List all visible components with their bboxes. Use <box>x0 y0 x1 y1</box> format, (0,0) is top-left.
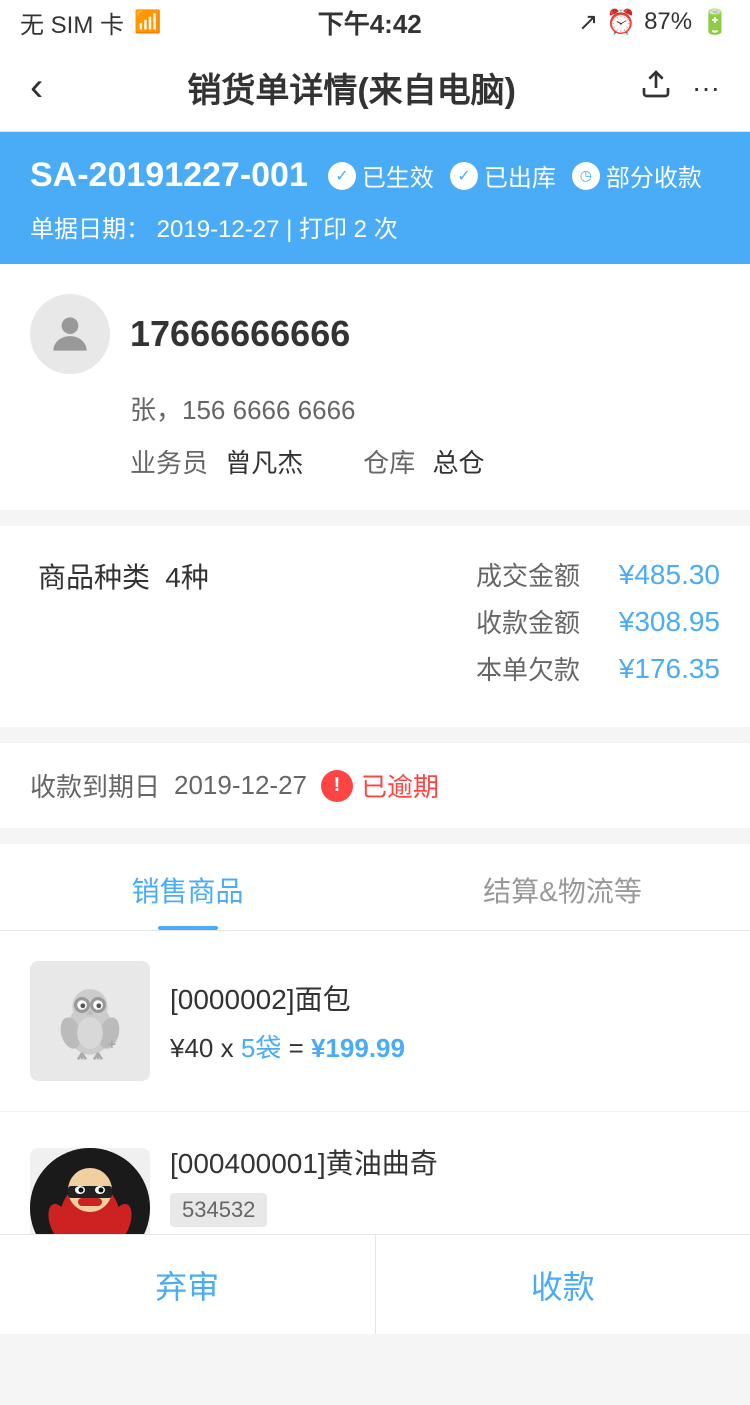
summary-amounts: 成交金额 ¥485.30 收款金额 ¥308.95 本单欠款 ¥176.35 <box>476 556 720 697</box>
order-id: SA-20191227-001 <box>30 156 308 195</box>
nav-actions: ··· <box>640 68 720 107</box>
sales-name: 曾凡杰 <box>225 448 303 478</box>
battery-label: 87% <box>644 8 692 36</box>
customer-section: 17666666666 张，156 6666 6666 业务员 曾凡杰 仓库 总… <box>0 264 750 510</box>
received-row: 收款金额 ¥308.95 <box>476 603 720 640</box>
reject-button[interactable]: 弃审 <box>0 1235 376 1334</box>
category-label: 商品种类 <box>38 562 150 593</box>
summary-category: 商品种类 4种 <box>30 556 209 596</box>
effected-icon: ✓ <box>328 162 356 190</box>
customer-id: 17666666666 <box>130 313 350 355</box>
product-2-name: [000400001]黄油曲奇 <box>170 1142 720 1182</box>
more-button[interactable]: ··· <box>692 72 720 104</box>
product-item: + [0000002]面包 ¥40 x 5袋 = ¥199.99 <box>0 931 750 1112</box>
product-1-name: [0000002]面包 <box>170 978 720 1018</box>
status-bar: 无 SIM 卡 📶 下午4:42 ↗ ⏰ 87% 🔋 <box>0 0 750 44</box>
due-label: 收款到期日 <box>30 767 160 804</box>
svg-text:+: + <box>108 1037 116 1053</box>
tabs-section: 销售商品 结算&物流等 <box>0 844 750 931</box>
customer-name: 张，156 6666 6666 <box>130 390 720 427</box>
owl-image: + <box>30 961 150 1081</box>
effected-label: 已生效 <box>362 158 434 193</box>
collect-button[interactable]: 收款 <box>376 1235 750 1334</box>
owed-row: 本单欠款 ¥176.35 <box>476 650 720 687</box>
nav-bar: ‹ 销货单详情(来自电脑) ··· <box>0 44 750 132</box>
bottom-bar: 弃审 收款 <box>0 1234 750 1334</box>
status-badges: ✓ 已生效 ✓ 已出库 ◷ 部分收款 <box>328 158 702 193</box>
sales-info: 业务员 曾凡杰 <box>130 443 303 480</box>
share-button[interactable] <box>640 68 672 107</box>
product-1-x: x <box>221 1033 241 1063</box>
order-header: SA-20191227-001 ✓ 已生效 ✓ 已出库 ◷ 部分收款 单据日期：… <box>0 132 750 264</box>
shipped-label: 已出库 <box>484 158 556 193</box>
deal-label: 成交金额 <box>476 556 580 593</box>
tab-settlement[interactable]: 结算&物流等 <box>375 844 750 930</box>
warehouse-info: 仓库 总仓 <box>363 443 484 480</box>
received-value: ¥308.95 <box>600 606 720 638</box>
warehouse-label: 仓库 <box>363 448 415 478</box>
summary-section: 商品种类 4种 成交金额 ¥485.30 收款金额 ¥308.95 本单欠款 ¥… <box>0 526 750 727</box>
deal-row: 成交金额 ¥485.30 <box>476 556 720 593</box>
overdue-label: 已逾期 <box>361 767 439 804</box>
product-1-unit-price: ¥40 <box>170 1033 213 1063</box>
partial-icon: ◷ <box>572 162 600 190</box>
category-value: 4种 <box>165 562 209 593</box>
page-title: 销货单详情(来自电脑) <box>63 63 640 112</box>
badge-effected: ✓ 已生效 <box>328 158 434 193</box>
tab-products[interactable]: 销售商品 <box>0 844 375 930</box>
deal-value: ¥485.30 <box>600 559 720 591</box>
received-label: 收款金额 <box>476 603 580 640</box>
tabs-row: 销售商品 结算&物流等 <box>0 844 750 930</box>
due-section: 收款到期日 2019-12-27 ! 已逾期 <box>0 743 750 828</box>
back-button[interactable]: ‹ <box>30 65 43 110</box>
owed-value: ¥176.35 <box>600 653 720 685</box>
product-1-total: ¥199.99 <box>311 1033 405 1063</box>
tab-settlement-label: 结算&物流等 <box>483 876 642 907</box>
warehouse-name: 总仓 <box>433 448 485 478</box>
date-value: 2019-12-27 <box>157 216 280 243</box>
product-1-info: [0000002]面包 ¥40 x 5袋 = ¥199.99 <box>170 978 720 1065</box>
overdue-badge: ! 已逾期 <box>321 767 439 804</box>
overdue-icon: ! <box>321 770 353 802</box>
avatar <box>30 294 110 374</box>
reject-label: 弃审 <box>155 1262 219 1308</box>
product-2-sku: 534532 <box>170 1193 267 1227</box>
product-1-price: ¥40 x 5袋 = ¥199.99 <box>170 1028 720 1065</box>
alarm-icon: ⏰ <box>606 8 636 37</box>
customer-meta: 业务员 曾凡杰 仓库 总仓 <box>130 443 720 480</box>
print-label: | 打印 2 次 <box>286 216 398 243</box>
wifi-icon: 📶 <box>134 9 161 35</box>
location-icon: ↗ <box>578 8 598 37</box>
status-left: 无 SIM 卡 📶 <box>20 5 161 40</box>
product-1-eq: = <box>289 1033 311 1063</box>
partial-label: 部分收款 <box>606 158 702 193</box>
tab-products-label: 销售商品 <box>131 876 243 907</box>
due-date: 2019-12-27 <box>174 770 307 801</box>
shipped-icon: ✓ <box>450 162 478 190</box>
date-label: 单据日期： <box>30 216 150 243</box>
order-date: 单据日期： 2019-12-27 | 打印 2 次 <box>30 209 720 244</box>
collect-label: 收款 <box>531 1262 595 1308</box>
badge-partial: ◷ 部分收款 <box>572 158 702 193</box>
status-time: 下午4:42 <box>318 4 422 41</box>
badge-shipped: ✓ 已出库 <box>450 158 556 193</box>
owed-label: 本单欠款 <box>476 650 580 687</box>
product-1-thumb: + <box>30 961 150 1081</box>
battery-icon: 🔋 <box>700 8 730 37</box>
status-right: ↗ ⏰ 87% 🔋 <box>578 8 730 37</box>
order-id-row: SA-20191227-001 ✓ 已生效 ✓ 已出库 ◷ 部分收款 <box>30 156 720 195</box>
customer-row: 17666666666 <box>30 294 720 374</box>
sales-label: 业务员 <box>130 448 208 478</box>
product-1-qty: 5袋 <box>241 1033 281 1063</box>
sim-label: 无 SIM 卡 <box>20 5 124 40</box>
